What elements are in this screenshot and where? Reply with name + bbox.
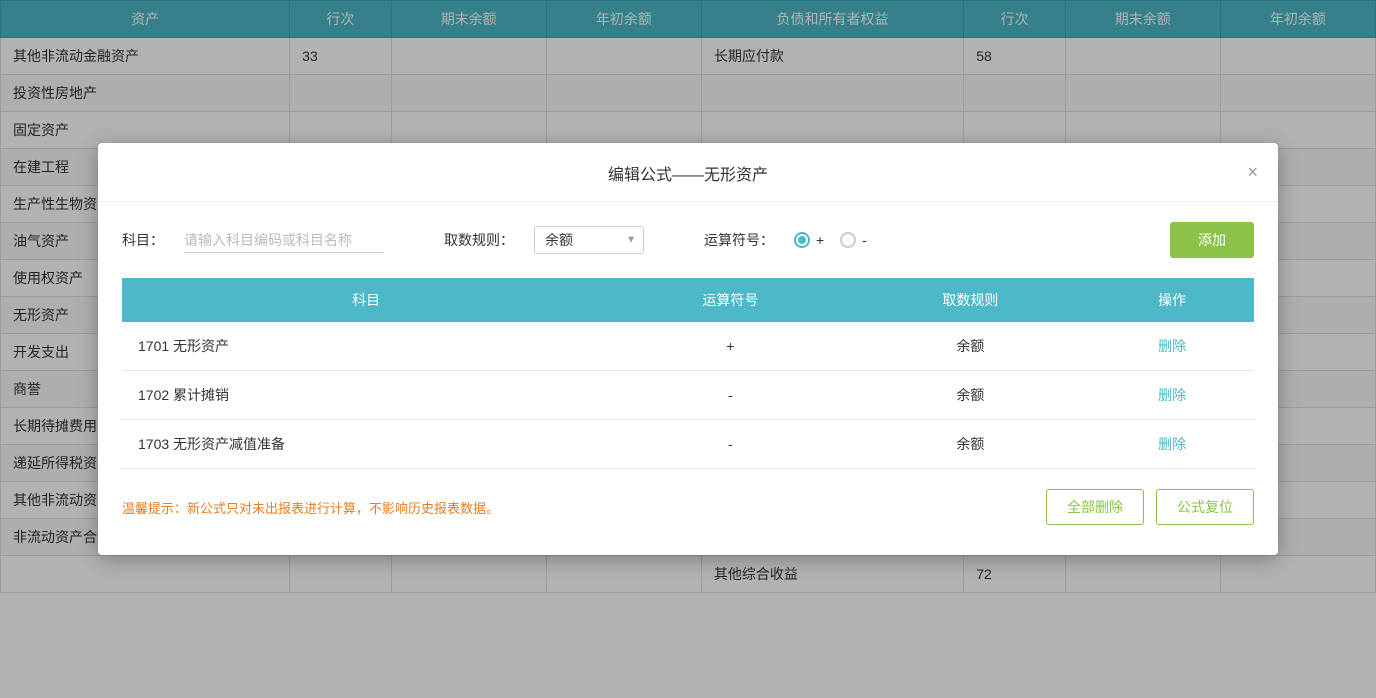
cell-operator: - xyxy=(610,420,850,469)
cell-subject: 1702 累计摊销 xyxy=(122,371,610,420)
delete-row-button[interactable]: 删除 xyxy=(1158,385,1186,405)
delete-row-button[interactable]: 删除 xyxy=(1158,434,1186,454)
rule-select[interactable]: 余额 借方发生额 贷方发生额 xyxy=(534,226,644,254)
form-row: 科目： 取数规则： 余额 借方发生额 贷方发生额 ▼ 运算符号： + - 添加 xyxy=(98,202,1278,278)
cell-subject: 1701 无形资产 xyxy=(122,322,610,371)
col-rule: 取数规则 xyxy=(850,278,1090,322)
operator-radio-group: + - xyxy=(794,232,867,248)
col-operator: 运算符号 xyxy=(610,278,850,322)
radio-minus-label: - xyxy=(862,232,867,248)
modal-header: 编辑公式——无形资产 × xyxy=(98,143,1278,202)
cell-rule: 余额 xyxy=(850,420,1090,469)
footer-buttons: 全部删除 公式复位 xyxy=(1046,489,1254,525)
cell-rule: 余额 xyxy=(850,322,1090,371)
radio-plus[interactable]: + xyxy=(794,232,824,248)
table-header-row: 科目 运算符号 取数规则 操作 xyxy=(122,278,1254,322)
delete-all-button[interactable]: 全部删除 xyxy=(1046,489,1144,525)
modal-close-button[interactable]: × xyxy=(1247,163,1258,181)
tip-text: 温馨提示：新公式只对未出报表进行计算，不影响历史报表数据。 xyxy=(122,498,499,517)
edit-formula-modal: 编辑公式——无形资产 × 科目： 取数规则： 余额 借方发生额 贷方发生额 ▼ … xyxy=(98,143,1278,555)
col-subject: 科目 xyxy=(122,278,610,322)
cell-rule: 余额 xyxy=(850,371,1090,420)
radio-minus-circle xyxy=(840,232,856,248)
col-action: 操作 xyxy=(1090,278,1254,322)
rule-select-wrap[interactable]: 余额 借方发生额 贷方发生额 ▼ xyxy=(534,226,644,254)
data-table-wrap: 科目 运算符号 取数规则 操作 1701 无形资产+余额删除1702 累计摊销-… xyxy=(98,278,1278,469)
table-row: 1703 无形资产减值准备-余额 删除 xyxy=(122,420,1254,469)
table-row: 1701 无形资产+余额 删除 xyxy=(122,322,1254,371)
rule-label: 取数规则： xyxy=(444,230,514,250)
formula-table: 科目 运算符号 取数规则 操作 1701 无形资产+余额删除1702 累计摊销-… xyxy=(122,278,1254,469)
delete-row-button[interactable]: 删除 xyxy=(1158,336,1186,356)
radio-minus[interactable]: - xyxy=(840,232,867,248)
radio-plus-circle xyxy=(794,232,810,248)
subject-input[interactable] xyxy=(184,228,384,253)
radio-plus-label: + xyxy=(816,232,824,248)
cell-operator: + xyxy=(610,322,850,371)
modal-title: 编辑公式——无形资产 xyxy=(608,161,768,185)
cell-subject: 1703 无形资产减值准备 xyxy=(122,420,610,469)
cell-operator: - xyxy=(610,371,850,420)
cell-action: 删除 xyxy=(1090,322,1254,371)
cell-action: 删除 xyxy=(1090,371,1254,420)
reset-formula-button[interactable]: 公式复位 xyxy=(1156,489,1254,525)
subject-label: 科目： xyxy=(122,230,164,250)
table-row: 1702 累计摊销-余额 删除 xyxy=(122,371,1254,420)
modal-footer: 温馨提示：新公式只对未出报表进行计算，不影响历史报表数据。 全部删除 公式复位 xyxy=(98,469,1278,525)
cell-action: 删除 xyxy=(1090,420,1254,469)
operator-label: 运算符号： xyxy=(704,230,774,250)
add-button[interactable]: 添加 xyxy=(1170,222,1254,258)
